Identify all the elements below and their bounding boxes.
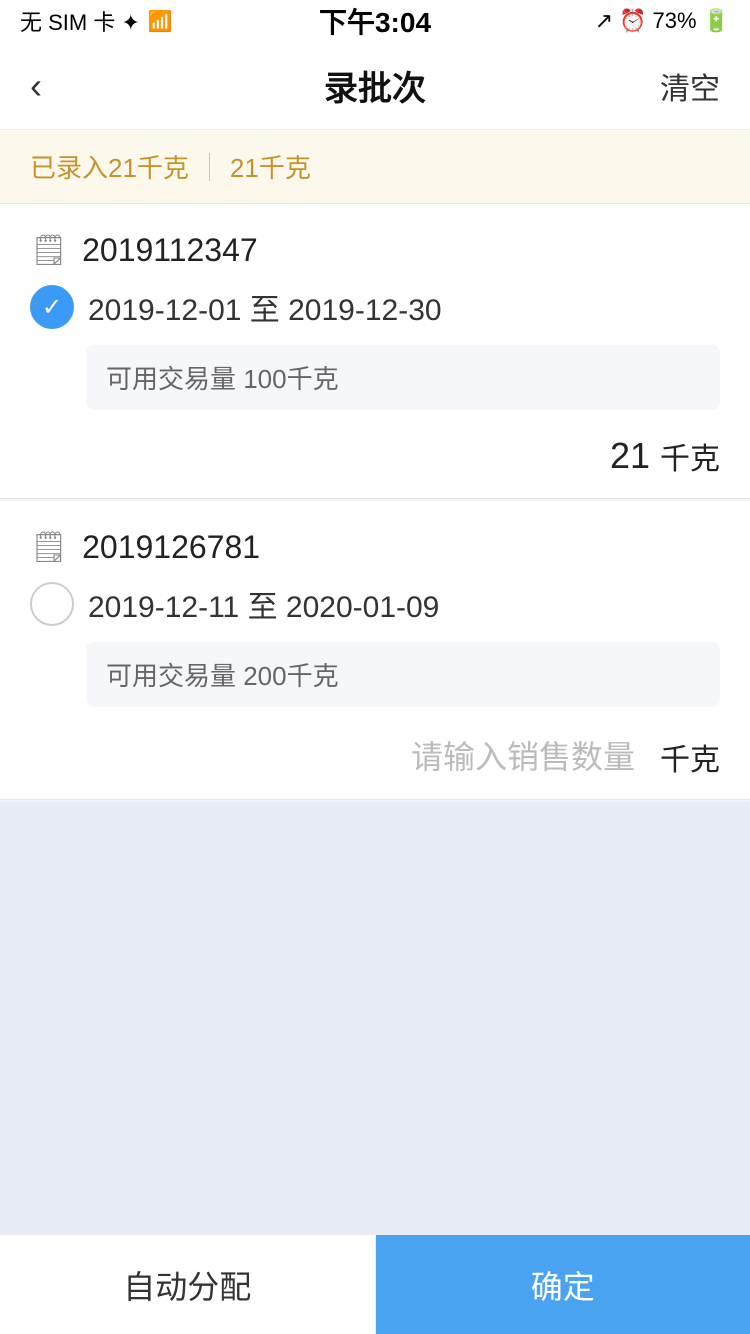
batch-card-1: 🗒 2019112347 2019-12-01 至 2019-12-30 可用交… [0, 204, 750, 499]
status-left: 无 SIM 卡 ✦ 📶 [20, 5, 173, 37]
radio-btn-1[interactable] [30, 285, 74, 329]
batch-id-icon-2: 🗒 [30, 530, 68, 565]
info-banner: 已录入21千克 21千克 [0, 130, 750, 204]
status-right: ↗ ⏰ 73% 🔋 [595, 8, 730, 34]
batch-id-icon-1: 🗒 [30, 233, 68, 268]
info-divider [209, 153, 210, 181]
content-area: 🗒 2019112347 2019-12-01 至 2019-12-30 可用交… [0, 204, 750, 1334]
batch-qty-value-1: 21 [610, 435, 650, 477]
auto-distribute-button[interactable]: 自动分配 [0, 1235, 376, 1334]
clear-button[interactable]: 清空 [660, 64, 720, 108]
batch-date-row-1: 2019-12-01 至 2019-12-30 [0, 277, 750, 341]
batch-header-2: 🗒 2019126781 [0, 501, 750, 574]
battery-icon: 🔋 [703, 8, 730, 34]
radio-btn-2[interactable] [30, 582, 74, 626]
bottom-bar: 自动分配 确定 [0, 1234, 750, 1334]
batch-qty-unit-1: 千克 [660, 434, 720, 478]
batch-card-2: 🗒 2019126781 2019-12-11 至 2020-01-09 可用交… [0, 501, 750, 800]
confirm-label: 确定 [531, 1262, 595, 1308]
back-button[interactable]: ‹ [30, 65, 90, 107]
batch-date-1: 2019-12-01 至 2019-12-30 [88, 285, 442, 329]
batch-avail-2: 可用交易量 200千克 [86, 642, 720, 707]
batch-input-row-2[interactable]: 千克 [0, 723, 750, 800]
status-time: 下午3:04 [319, 1, 431, 41]
auto-distribute-label: 自动分配 [123, 1262, 251, 1308]
batch-header-1: 🗒 2019112347 [0, 204, 750, 277]
recorded-qty: 已录入21千克 [30, 148, 189, 185]
total-qty: 21千克 [230, 148, 311, 185]
batch-date-row-2: 2019-12-11 至 2020-01-09 [0, 574, 750, 638]
batch-input-unit-2: 千克 [660, 735, 720, 779]
batch-id-2: 2019126781 [82, 529, 260, 566]
empty-area [0, 802, 750, 1234]
confirm-button[interactable]: 确定 [376, 1235, 750, 1334]
sim-label: 无 SIM 卡 ✦ [20, 5, 140, 37]
alarm-icon: ⏰ [619, 8, 646, 34]
batch-date-2: 2019-12-11 至 2020-01-09 [88, 582, 439, 626]
nav-bar: ‹ 录批次 清空 [0, 42, 750, 130]
location-icon: ↗ [595, 8, 613, 34]
qty-input-2[interactable] [30, 739, 650, 776]
battery-label: 73% [653, 8, 697, 34]
page-title: 录批次 [324, 61, 426, 110]
batch-id-1: 2019112347 [82, 232, 258, 269]
wifi-icon: 📶 [148, 9, 173, 34]
batch-avail-1: 可用交易量 100千克 [86, 345, 720, 410]
status-bar: 无 SIM 卡 ✦ 📶 下午3:04 ↗ ⏰ 73% 🔋 [0, 0, 750, 42]
batch-qty-row-1: 21 千克 [0, 426, 750, 499]
